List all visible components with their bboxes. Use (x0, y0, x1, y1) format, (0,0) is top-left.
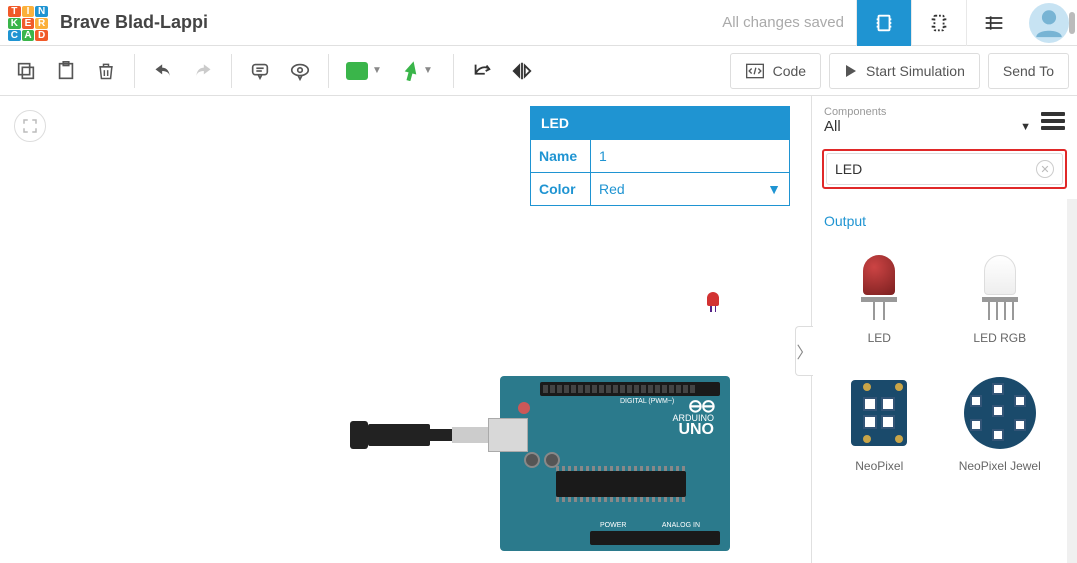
section-title-output: Output (824, 213, 1055, 229)
component-label: NeoPixel (855, 459, 903, 473)
component-label: LED RGB (973, 331, 1026, 345)
canvas-component-led[interactable] (707, 292, 719, 312)
top-bar: TIN KER CAD Brave Blad-Lappi All changes… (0, 0, 1077, 46)
main-area: LED Name Color Red ▼ (0, 96, 1077, 563)
component-item-led[interactable]: LED (824, 239, 935, 351)
dropdown-value: All (824, 118, 841, 135)
search-highlight: ✕ (822, 149, 1067, 189)
view-circuit-button[interactable] (856, 0, 911, 46)
project-name[interactable]: Brave Blad-Lappi (60, 12, 208, 33)
property-panel: LED Name Color Red ▼ (530, 106, 790, 206)
prop-name-input[interactable] (591, 140, 789, 172)
toolbar: ▼ ▼ Code Start Simulation Send To (0, 46, 1077, 96)
zoom-to-fit-button[interactable] (14, 110, 46, 142)
caret-down-icon: ▼ (372, 65, 382, 76)
user-avatar[interactable] (1029, 3, 1069, 43)
component-label: LED (868, 331, 891, 345)
code-label: Code (773, 63, 806, 79)
wire-type-button[interactable]: ▼ (393, 53, 443, 89)
sendto-label: Send To (1003, 63, 1054, 79)
view-schematic-button[interactable] (911, 0, 966, 46)
rotate-button[interactable] (464, 53, 500, 89)
component-item-led-rgb[interactable]: LED RGB (945, 239, 1056, 351)
caret-down-icon: ▼ (1020, 121, 1031, 133)
annotation-button[interactable] (242, 53, 278, 89)
clear-search-button[interactable]: ✕ (1036, 160, 1054, 178)
prop-name-label: Name (531, 140, 591, 172)
send-to-button[interactable]: Send To (988, 53, 1069, 89)
components-panel: Components All ▼ ✕ Output LED LED RGB (811, 96, 1077, 563)
list-view-toggle[interactable] (1041, 109, 1065, 133)
wire-color-button[interactable]: ▼ (339, 53, 389, 89)
collapse-sidepanel-handle[interactable]: 〉 (795, 326, 813, 376)
components-search-input[interactable] (835, 161, 1036, 177)
color-swatch-icon (346, 62, 368, 80)
simulate-label: Start Simulation (866, 63, 965, 79)
scrollbar-track[interactable] (1067, 199, 1077, 563)
prop-color-label: Color (531, 173, 591, 205)
components-category-dropdown[interactable]: Components All ▼ (824, 106, 1031, 135)
mirror-button[interactable] (504, 53, 540, 89)
prop-color-value: Red (599, 181, 625, 197)
caret-down-icon: ▼ (423, 65, 433, 76)
code-icon (745, 62, 765, 80)
save-status: All changes saved (722, 14, 844, 31)
caret-down-icon: ▼ (767, 181, 781, 197)
tinkercad-logo[interactable]: TIN KER CAD (8, 6, 48, 40)
canvas-component-arduino[interactable]: DIGITAL (PWM~) ⊖⊖ARDUINOUNO POWER ANALOG… (500, 376, 730, 551)
code-button[interactable]: Code (730, 53, 821, 89)
property-panel-title: LED (531, 107, 789, 139)
view-bom-button[interactable] (966, 0, 1021, 46)
play-icon (844, 64, 858, 78)
copy-button[interactable] (8, 53, 44, 89)
redo-button[interactable] (185, 53, 221, 89)
delete-button[interactable] (88, 53, 124, 89)
paste-button[interactable] (48, 53, 84, 89)
prop-color-select[interactable]: Red ▼ (591, 173, 789, 205)
start-simulation-button[interactable]: Start Simulation (829, 53, 980, 89)
toggle-annotations-button[interactable] (282, 53, 318, 89)
component-item-neopixel-jewel[interactable]: NeoPixel Jewel (945, 367, 1056, 479)
component-item-neopixel[interactable]: NeoPixel (824, 367, 935, 479)
component-label: NeoPixel Jewel (959, 459, 1041, 473)
dropdown-label: Components (824, 106, 1031, 118)
undo-button[interactable] (145, 53, 181, 89)
canvas[interactable]: LED Name Color Red ▼ (0, 96, 811, 563)
